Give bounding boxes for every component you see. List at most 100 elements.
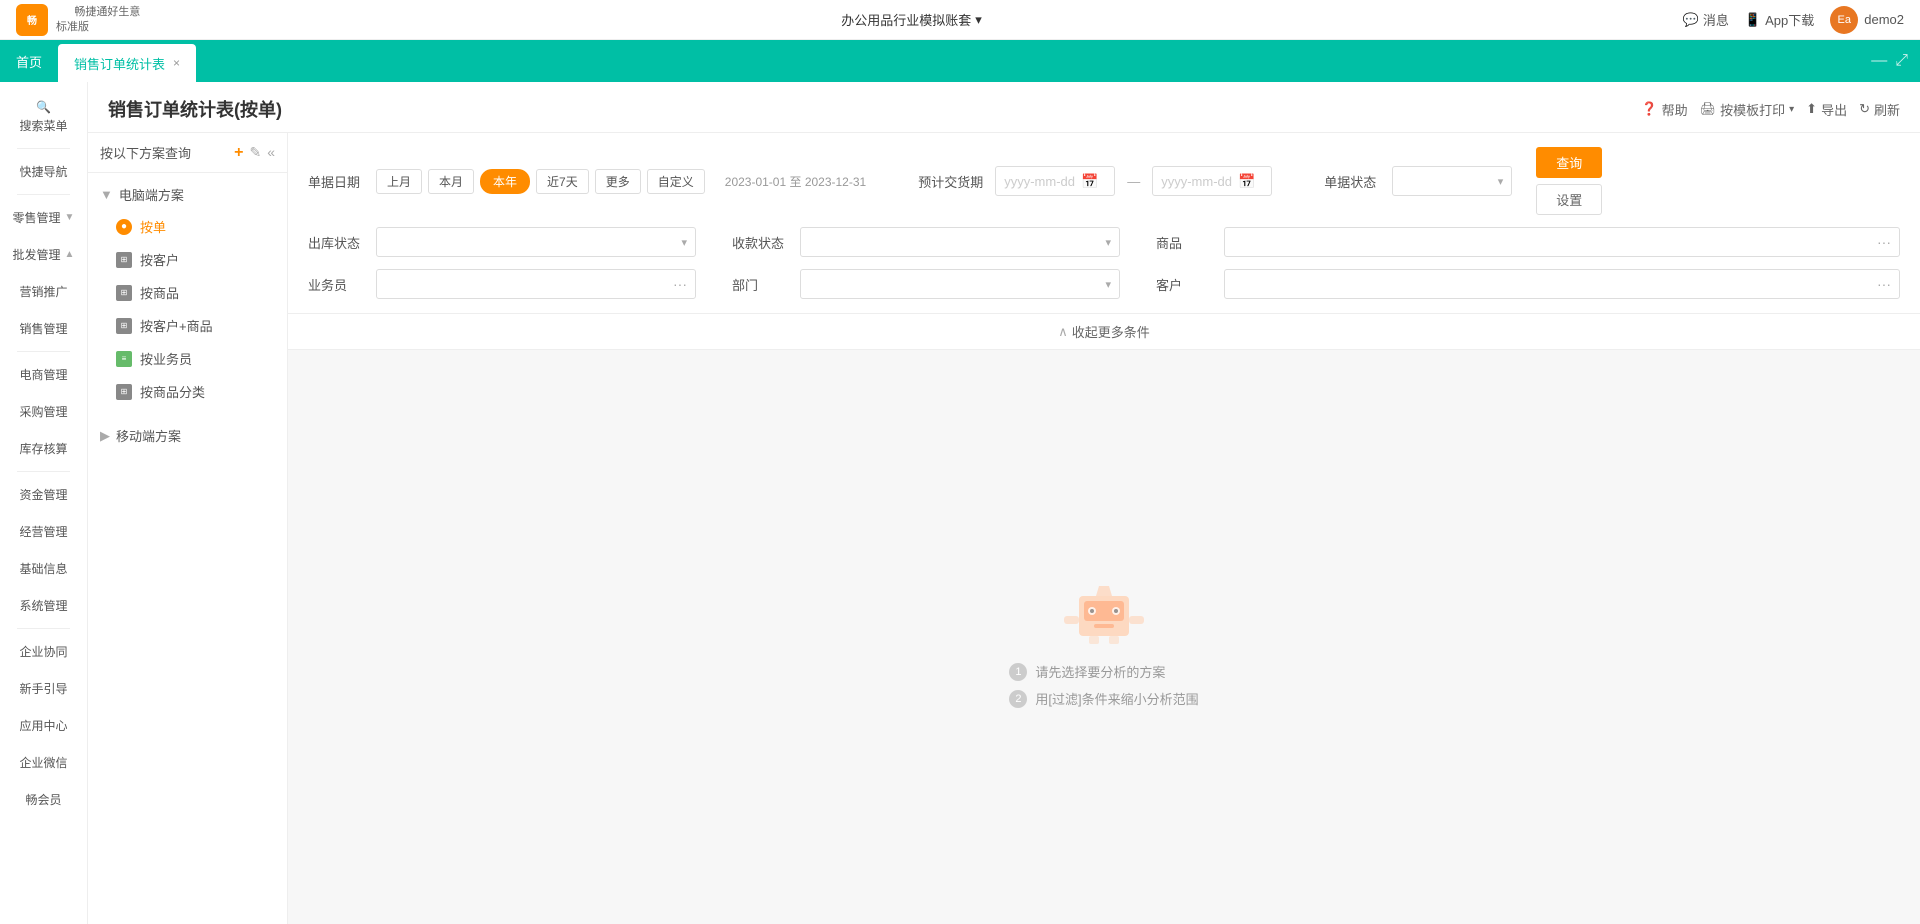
status-label: 单据状态 — [1324, 172, 1380, 191]
page-selector[interactable]: 办公用品行业模拟账套 ▾ — [841, 10, 982, 29]
goods-label: 商品 — [1156, 233, 1212, 252]
filter-panel: 单据日期 上月 本月 本年 近7天 更多 自定义 2023-01-01 至 20… — [288, 133, 1920, 314]
user-profile[interactable]: Ea demo2 — [1830, 6, 1904, 34]
scheme-panel-icon-group: + ✎ « — [234, 144, 275, 162]
sidebar-item-retail[interactable]: 零售管理 ▼ — [0, 199, 87, 236]
sidebar-item-enterprise[interactable]: 企业协同 — [0, 633, 87, 670]
collapse-scheme-icon[interactable]: « — [267, 144, 275, 162]
sidebar-item-appstore[interactable]: 应用中心 — [0, 707, 87, 744]
sidebar-item-quick-nav[interactable]: 快捷导航 — [0, 153, 87, 190]
department-select[interactable]: ▾ — [800, 269, 1120, 299]
add-scheme-icon[interactable]: + — [234, 144, 243, 162]
scheme-item-icon-salesman: ≡ — [116, 351, 132, 367]
scheme-group-mobile-header[interactable]: ▶ 移动端方案 — [88, 420, 287, 451]
department-label: 部门 — [732, 275, 788, 294]
message-btn[interactable]: 💬 消息 — [1683, 10, 1729, 29]
app-logo: 畅 — [16, 4, 48, 36]
expected-date-end[interactable]: yyyy-mm-dd 📅 — [1152, 166, 1272, 196]
sidebar-item-search[interactable]: 🔍 搜索菜单 — [0, 90, 87, 144]
sidebar-item-newbie[interactable]: 新手引导 — [0, 670, 87, 707]
last7days-btn[interactable]: 近7天 — [536, 169, 589, 194]
salesman-select[interactable]: ··· — [376, 269, 696, 299]
page-title: 销售订单统计表(按单) — [108, 96, 282, 122]
chevron-up-icon: ▲ — [65, 249, 75, 260]
window-maximize-icon[interactable]: ⤢ — [1895, 52, 1908, 70]
filter-row-date: 单据日期 上月 本月 本年 近7天 更多 自定义 2023-01-01 至 20… — [308, 147, 1900, 215]
scheme-item-by-customer-goods[interactable]: ⊞ 按客户+商品 — [88, 309, 287, 342]
collapse-icon: ∧ — [1058, 324, 1068, 340]
goods-more-icon[interactable]: ··· — [1877, 234, 1891, 250]
tab-close-icon[interactable]: × — [173, 56, 180, 70]
window-minimize-icon[interactable]: — — [1871, 52, 1887, 70]
sidebar-item-system[interactable]: 系统管理 — [0, 587, 87, 624]
date-dash: — — [1127, 174, 1140, 189]
scheme-panel: 按以下方案查询 + ✎ « ▼ 电脑端方案 ● 按单 — [88, 133, 288, 924]
main-layout: 🔍 搜索菜单 快捷导航 零售管理 ▼ 批发管理 ▲ 营销推广 销售管理 电商管理… — [0, 82, 1920, 924]
tab-sales-order[interactable]: 销售订单统计表 × — [58, 44, 196, 82]
custom-btn[interactable]: 自定义 — [647, 169, 705, 194]
sidebar-divider-2 — [17, 194, 69, 195]
scheme-item-by-goods[interactable]: ⊞ 按商品 — [88, 276, 287, 309]
refresh-btn[interactable]: ↻ 刷新 — [1859, 100, 1900, 119]
right-content: 单据日期 上月 本月 本年 近7天 更多 自定义 2023-01-01 至 20… — [288, 133, 1920, 924]
search-icon: 🔍 — [36, 100, 51, 114]
sidebar-item-sales[interactable]: 销售管理 — [0, 310, 87, 347]
empty-tip-1: 1 请先选择要分析的方案 — [1009, 662, 1198, 681]
edit-scheme-icon[interactable]: ✎ — [249, 144, 261, 162]
scheme-item-by-customer[interactable]: ⊞ 按客户 — [88, 243, 287, 276]
calendar-icon-1: 📅 — [1081, 173, 1098, 190]
top-bar: 畅 畅捷通好生意 标准版 办公用品行业模拟账套 ▾ 💬 消息 📱 App下载 E… — [0, 0, 1920, 40]
help-icon: ❓ — [1641, 101, 1657, 117]
scheme-item-by-order[interactable]: ● 按单 — [88, 210, 287, 243]
collapse-bar[interactable]: ∧ 收起更多条件 — [288, 314, 1920, 350]
goods-select[interactable]: ··· — [1224, 227, 1900, 257]
scheme-group-pc: ▼ 电脑端方案 ● 按单 ⊞ 按客户 ⊞ 按商品 — [88, 173, 287, 414]
print-btn[interactable]: 🖨 按模板打印 ▾ — [1700, 100, 1795, 119]
tab-bar: 首页 销售订单统计表 × — ⤢ — [0, 40, 1920, 82]
help-btn[interactable]: ❓ 帮助 — [1641, 100, 1687, 119]
this-year-btn[interactable]: 本年 — [480, 169, 530, 194]
sidebar-item-ecommerce[interactable]: 电商管理 — [0, 356, 87, 393]
tip-num-1: 1 — [1009, 663, 1027, 681]
dept-chevron-icon: ▾ — [1105, 278, 1111, 291]
refresh-icon: ↻ — [1859, 101, 1870, 117]
sidebar-item-purchase[interactable]: 采购管理 — [0, 393, 87, 430]
sidebar-item-finance[interactable]: 资金管理 — [0, 476, 87, 513]
salesman-more-icon[interactable]: ··· — [673, 276, 687, 292]
sidebar-item-marketing[interactable]: 营销推广 — [0, 273, 87, 310]
tab-home[interactable]: 首页 — [0, 40, 58, 82]
scheme-item-icon-cust-goods: ⊞ — [116, 318, 132, 334]
scheme-item-by-category[interactable]: ⊞ 按商品分类 — [88, 375, 287, 408]
this-month-btn[interactable]: 本月 — [428, 169, 474, 194]
more-btn[interactable]: 更多 — [595, 169, 641, 194]
scheme-group-mobile: ▶ 移动端方案 — [88, 414, 287, 457]
sidebar-item-wechat[interactable]: 企业微信 — [0, 744, 87, 781]
ship-status-select[interactable]: ▾ — [376, 227, 696, 257]
last-month-btn[interactable]: 上月 — [376, 169, 422, 194]
top-bar-right: 💬 消息 📱 App下载 Ea demo2 — [1683, 6, 1904, 34]
sidebar-item-basic[interactable]: 基础信息 — [0, 550, 87, 587]
sidebar-divider-1 — [17, 148, 69, 149]
sidebar-item-wholesale[interactable]: 批发管理 ▲ — [0, 236, 87, 273]
sidebar-divider-5 — [17, 628, 69, 629]
empty-tip-2: 2 用[过滤]条件来缩小分析范围 — [1009, 689, 1198, 708]
print-icon: 🖨 — [1700, 101, 1717, 117]
scheme-group-pc-header[interactable]: ▼ 电脑端方案 — [88, 179, 287, 210]
tip-num-2: 2 — [1009, 690, 1027, 708]
scheme-item-icon-goods: ⊞ — [116, 285, 132, 301]
status-select[interactable]: ▾ — [1392, 166, 1512, 196]
date-label: 单据日期 — [308, 172, 364, 191]
scheme-item-by-salesman[interactable]: ≡ 按业务员 — [88, 342, 287, 375]
sidebar-item-inventory[interactable]: 库存核算 — [0, 430, 87, 467]
query-btn[interactable]: 查询 — [1536, 147, 1602, 178]
sidebar-divider-3 — [17, 351, 69, 352]
sidebar-item-member[interactable]: 畅会员 — [0, 781, 87, 818]
customer-more-icon[interactable]: ··· — [1877, 276, 1891, 292]
expected-date-start[interactable]: yyyy-mm-dd 📅 — [995, 166, 1115, 196]
customer-select[interactable]: ··· — [1224, 269, 1900, 299]
download-btn[interactable]: 📱 App下载 — [1745, 10, 1814, 29]
settings-btn[interactable]: 设置 — [1536, 184, 1602, 215]
sidebar-item-operations[interactable]: 经营管理 — [0, 513, 87, 550]
pay-status-select[interactable]: ▾ — [800, 227, 1120, 257]
export-btn[interactable]: ⬆ 导出 — [1806, 100, 1847, 119]
